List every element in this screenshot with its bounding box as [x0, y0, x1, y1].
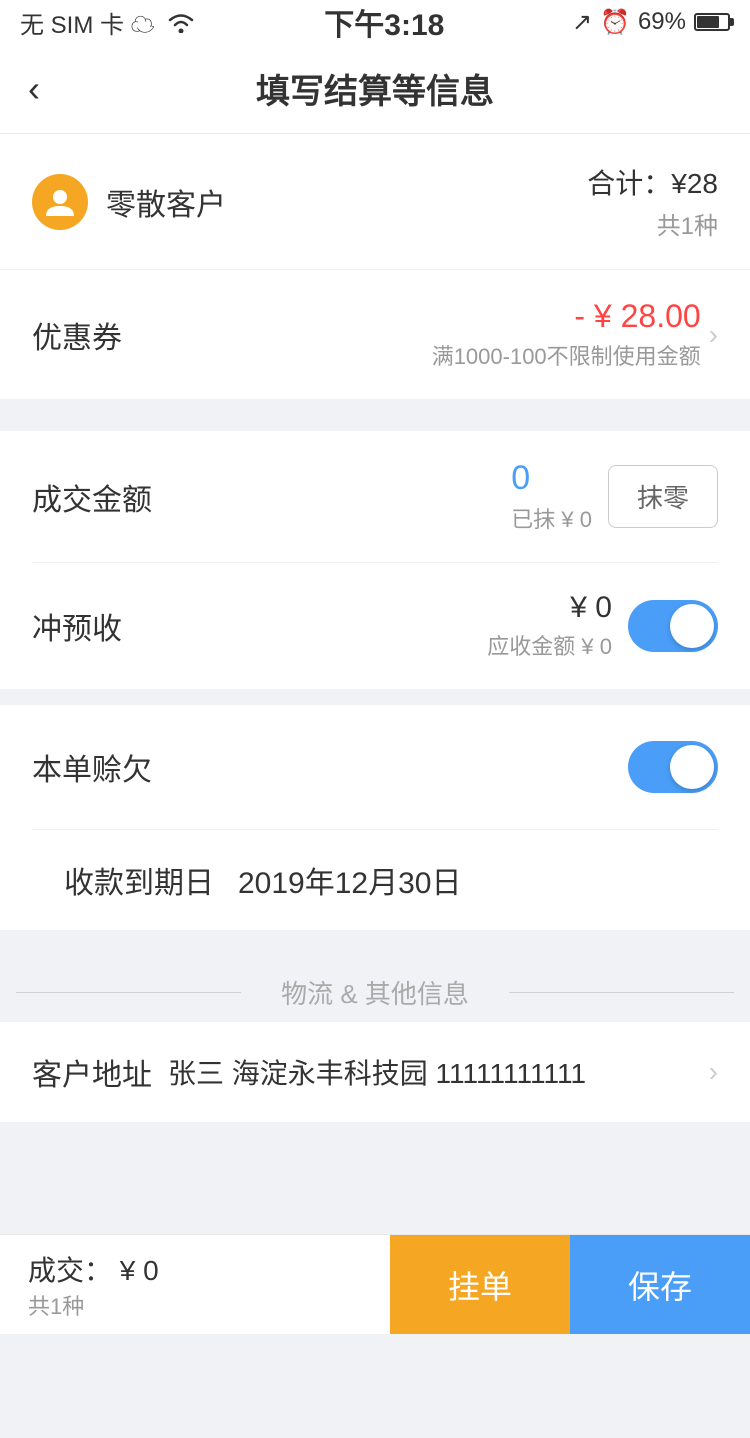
coupon-chevron-icon: ›	[709, 319, 718, 351]
bottom-summary: 成交： ¥ 0 共1种	[0, 1235, 390, 1334]
divider-1	[0, 415, 750, 431]
coupon-right: - ¥ 28.00 满1000-100不限制使用金额 ›	[432, 298, 718, 371]
divider-2	[0, 689, 750, 705]
debt-toggle[interactable]	[628, 741, 718, 793]
customer-right: 合计：¥28 共1种	[587, 162, 718, 241]
bottom-bar: 成交： ¥ 0 共1种 挂单 保存	[0, 1234, 750, 1334]
page-title: 填写结算等信息	[256, 64, 494, 113]
transaction-right: 0 已抹 ¥ 0 抹零	[511, 459, 718, 534]
prepay-right: ¥ 0 应收金额 ¥ 0	[487, 591, 718, 661]
coupon-label: 优惠券	[32, 313, 122, 357]
amount-section: 成交金额 0 已抹 ¥ 0 抹零 冲预收 ¥ 0 应收金额 ¥ 0	[0, 431, 750, 689]
transaction-row: 成交金额 0 已抹 ¥ 0 抹零	[32, 431, 718, 563]
transaction-value-block: 0 已抹 ¥ 0	[511, 459, 592, 534]
bottom-deal-value: ¥ 0	[120, 1255, 159, 1286]
prepay-amount-block: ¥ 0 应收金额 ¥ 0	[487, 591, 612, 661]
customer-total: 合计：¥28	[587, 162, 718, 202]
battery-icon	[694, 13, 730, 31]
nav-bar: ‹ 填写结算等信息	[0, 44, 750, 134]
toggle-knob	[670, 604, 714, 648]
battery-percent: 69%	[638, 8, 686, 36]
sim-label: 无 SIM 卡 ☁	[20, 5, 155, 40]
status-left: 无 SIM 卡 ☁	[20, 5, 197, 40]
wifi-icon	[165, 11, 197, 33]
customer-count: 共1种	[587, 206, 718, 241]
divider-3	[0, 946, 750, 962]
debt-label: 本单赊欠	[32, 745, 152, 789]
back-button[interactable]: ‹	[28, 68, 40, 110]
prepay-label: 冲预收	[32, 604, 122, 648]
coupon-desc: 满1000-100不限制使用金额	[432, 339, 701, 371]
coupon-info: - ¥ 28.00 满1000-100不限制使用金额	[432, 298, 701, 371]
coupon-amount: - ¥ 28.00	[432, 298, 701, 335]
bottom-count: 共1种	[28, 1289, 362, 1321]
pending-button[interactable]: 挂单	[390, 1235, 570, 1334]
duedate-value: 2019年12月30日	[238, 858, 461, 902]
bottom-deal-label: 成交：	[28, 1255, 112, 1286]
debt-row: 本单赊欠	[32, 705, 718, 829]
coupon-row[interactable]: 优惠券 - ¥ 28.00 满1000-100不限制使用金额 ›	[0, 269, 750, 399]
customer-left: 零散客户	[32, 174, 226, 230]
prepay-amount: ¥ 0	[487, 591, 612, 625]
location-icon: ↗	[572, 8, 592, 37]
bottom-deal: 成交： ¥ 0	[28, 1249, 362, 1289]
status-right: ↗ ⏰ 69%	[572, 8, 730, 37]
customer-avatar	[32, 174, 88, 230]
logistics-line-right	[509, 992, 734, 993]
address-row[interactable]: 客户地址 张三 海淀永丰科技园 11111111111 ›	[0, 1022, 750, 1122]
status-time: 下午3:18	[324, 0, 444, 44]
clock-icon: ⏰	[600, 8, 630, 37]
transaction-label: 成交金额	[32, 475, 152, 519]
prepay-sub: 应收金额 ¥ 0	[487, 629, 612, 661]
logistics-divider: 物流 & 其他信息	[0, 962, 750, 1022]
transaction-value: 0	[511, 459, 592, 498]
prepay-row: 冲预收 ¥ 0 应收金额 ¥ 0	[32, 563, 718, 689]
logistics-line-left	[16, 992, 241, 993]
round-button[interactable]: 抹零	[608, 465, 718, 528]
duedate-label: 收款到期日	[64, 858, 214, 902]
debt-toggle-knob	[670, 745, 714, 789]
prepay-toggle[interactable]	[628, 600, 718, 652]
debt-section: 本单赊欠 收款到期日 2019年12月30日	[0, 705, 750, 930]
address-chevron-icon: ›	[709, 1056, 718, 1088]
customer-row: 零散客户 合计：¥28 共1种	[0, 134, 750, 269]
address-value: 张三 海淀永丰科技园 11111111111	[168, 1052, 693, 1092]
customer-name: 零散客户	[106, 180, 226, 224]
avatar-icon	[42, 184, 78, 220]
status-bar: 无 SIM 卡 ☁ 下午3:18 ↗ ⏰ 69%	[0, 0, 750, 44]
transaction-deducted: 已抹 ¥ 0	[511, 502, 592, 534]
save-button[interactable]: 保存	[570, 1235, 750, 1334]
logistics-label: 物流 & 其他信息	[281, 974, 469, 1011]
duedate-row: 收款到期日 2019年12月30日	[32, 829, 718, 930]
address-label: 客户地址	[32, 1050, 152, 1094]
customer-section: 零散客户 合计：¥28 共1种 优惠券 - ¥ 28.00 满1000-100不…	[0, 134, 750, 399]
